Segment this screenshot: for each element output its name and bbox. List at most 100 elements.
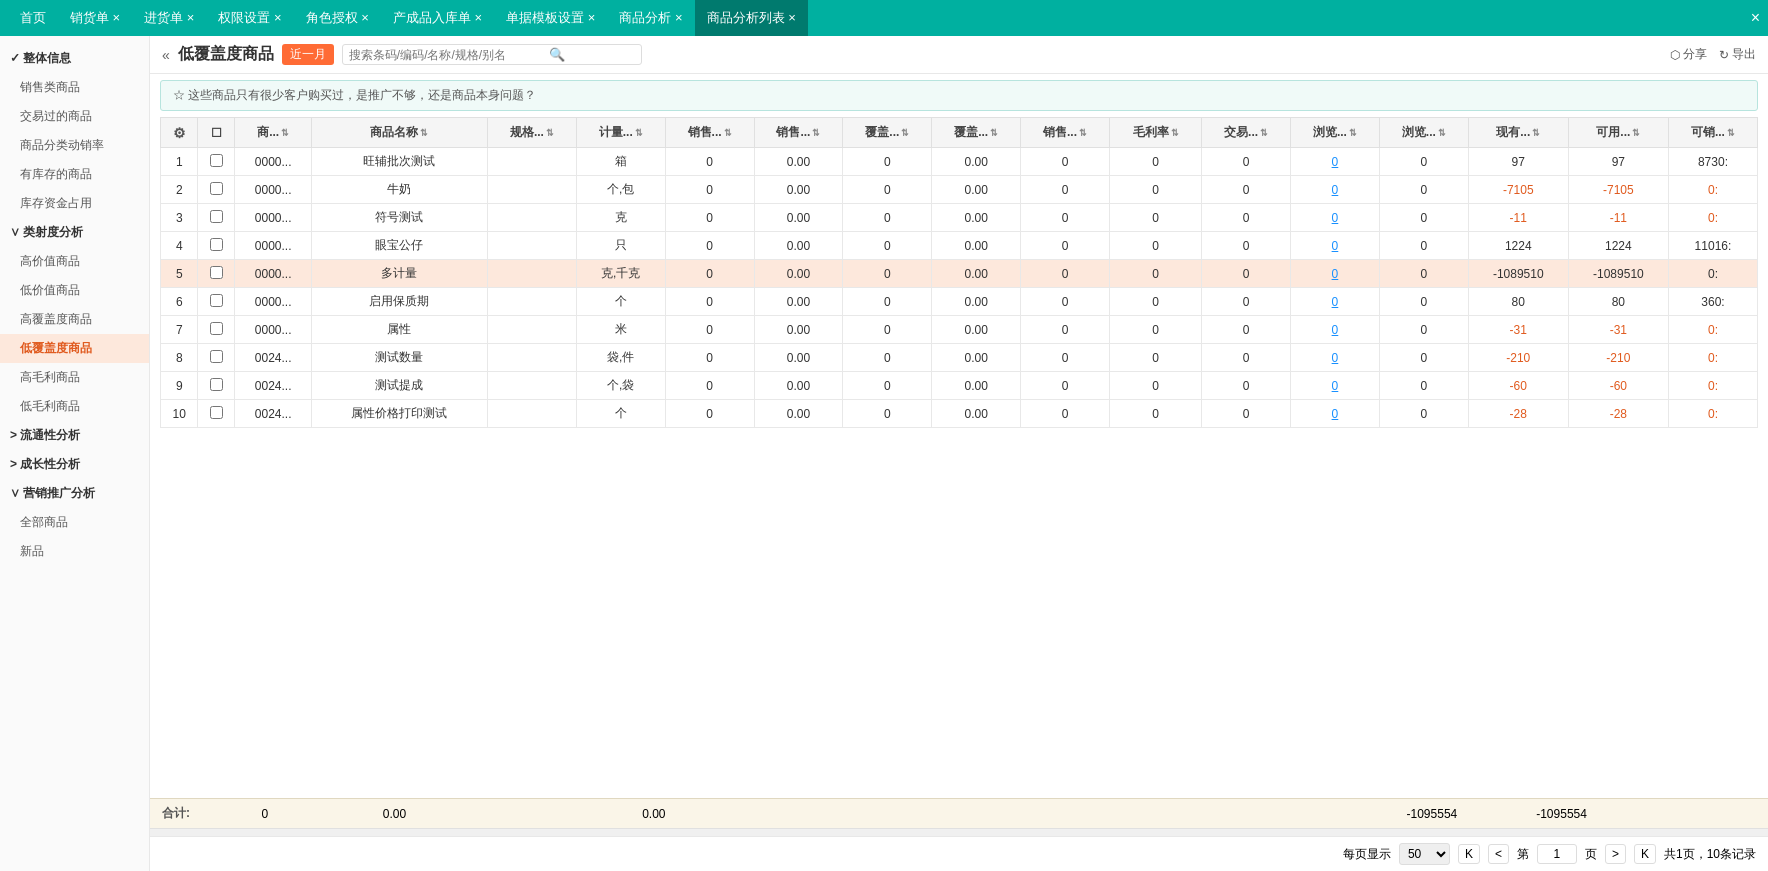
row-view1[interactable]: 0 — [1291, 176, 1380, 204]
row-spec — [487, 316, 576, 344]
row-num: 3 — [161, 204, 198, 232]
nav-products[interactable]: 产成品入库单 × — [381, 0, 494, 36]
row-check[interactable] — [198, 344, 235, 372]
nav-purchase[interactable]: 进货单 × — [132, 0, 206, 36]
collapse-sidebar-button[interactable]: « — [162, 47, 170, 63]
sidebar-item-low-margin[interactable]: 低毛利商品 — [0, 392, 149, 421]
row-gross: 0 — [1109, 288, 1201, 316]
row-view1[interactable]: 0 — [1291, 372, 1380, 400]
prev-page-button[interactable]: < — [1488, 844, 1509, 864]
row-unit: 米 — [576, 316, 665, 344]
row-view1[interactable]: 0 — [1291, 232, 1380, 260]
sidebar-item-stock-goods[interactable]: 有库存的商品 — [0, 160, 149, 189]
nav-templates[interactable]: 单据模板设置 × — [494, 0, 607, 36]
row-view1[interactable]: 0 — [1291, 148, 1380, 176]
row-sales2: 0.00 — [754, 260, 843, 288]
col-checkbox[interactable]: ☐ — [198, 118, 235, 148]
row-check[interactable] — [198, 260, 235, 288]
row-num: 1 — [161, 148, 198, 176]
sidebar-item-high-margin[interactable]: 高毛利商品 — [0, 363, 149, 392]
row-unit: 箱 — [576, 148, 665, 176]
sidebar-item-high-value[interactable]: 高价值商品 — [0, 247, 149, 276]
sidebar-group-circulation[interactable]: > 流通性分析 — [0, 421, 149, 450]
sidebar-item-all-goods[interactable]: 全部商品 — [0, 508, 149, 537]
row-unit: 克 — [576, 204, 665, 232]
sidebar-item-traded-goods[interactable]: 交易过的商品 — [0, 102, 149, 131]
col-sales3[interactable]: 销售...⇅ — [1021, 118, 1110, 148]
next-page-button[interactable]: > — [1605, 844, 1626, 864]
row-check[interactable] — [198, 176, 235, 204]
col-view2[interactable]: 浏览...⇅ — [1379, 118, 1468, 148]
sidebar-item-sales-goods[interactable]: 销售类商品 — [0, 73, 149, 102]
sidebar-item-category-rate[interactable]: 商品分类动销率 — [0, 131, 149, 160]
row-view1[interactable]: 0 — [1291, 316, 1380, 344]
sidebar-group-coverage[interactable]: ∨ 类射度分析 — [0, 218, 149, 247]
sidebar-group-marketing[interactable]: ∨ 营销推广分析 — [0, 479, 149, 508]
col-view1[interactable]: 浏览...⇅ — [1291, 118, 1380, 148]
row-stock2: -210 — [1568, 344, 1668, 372]
col-cover2[interactable]: 覆盖...⇅ — [932, 118, 1021, 148]
page-number-input[interactable] — [1537, 844, 1577, 864]
row-name: 眼宝公仔 — [311, 232, 487, 260]
sidebar-group-overall[interactable]: ✓ 整体信息 — [0, 44, 149, 73]
row-view1[interactable]: 0 — [1291, 344, 1380, 372]
nav-close-icon[interactable]: × — [1751, 9, 1760, 27]
col-sales1[interactable]: 销售...⇅ — [665, 118, 754, 148]
sidebar-item-low-coverage[interactable]: 低覆盖度商品 — [0, 334, 149, 363]
row-view1[interactable]: 0 — [1291, 400, 1380, 428]
col-stock3[interactable]: 可销...⇅ — [1668, 118, 1757, 148]
row-view1[interactable]: 0 — [1291, 260, 1380, 288]
row-check[interactable] — [198, 148, 235, 176]
col-name[interactable]: 商品名称⇅ — [311, 118, 487, 148]
row-view1[interactable]: 0 — [1291, 288, 1380, 316]
col-gross[interactable]: 毛利率⇅ — [1109, 118, 1201, 148]
last-page-button[interactable]: K — [1634, 844, 1656, 864]
row-check[interactable] — [198, 204, 235, 232]
col-trade[interactable]: 交易...⇅ — [1202, 118, 1291, 148]
scrollbar-row[interactable] — [150, 828, 1768, 836]
col-spec[interactable]: 规格...⇅ — [487, 118, 576, 148]
row-check[interactable] — [198, 372, 235, 400]
row-code: 0000... — [235, 148, 312, 176]
content-header: « 低覆盖度商品 近一月 🔍 ⬡ 分享 ↻ 导出 — [150, 36, 1768, 74]
row-stock1: 97 — [1468, 148, 1568, 176]
row-num: 10 — [161, 400, 198, 428]
nav-analysis-list[interactable]: 商品分析列表 × — [695, 0, 808, 36]
col-sales2[interactable]: 销售...⇅ — [754, 118, 843, 148]
nav-sales[interactable]: 销货单 × — [58, 0, 132, 36]
sidebar-item-stock-capital[interactable]: 库存资金占用 — [0, 189, 149, 218]
row-view1[interactable]: 0 — [1291, 204, 1380, 232]
nav-analysis[interactable]: 商品分析 × — [607, 0, 694, 36]
date-filter-button[interactable]: 近一月 — [282, 44, 334, 65]
search-input[interactable] — [349, 48, 549, 62]
col-stock2[interactable]: 可用...⇅ — [1568, 118, 1668, 148]
col-settings[interactable]: ⚙ — [161, 118, 198, 148]
row-gross: 0 — [1109, 344, 1201, 372]
col-code[interactable]: 商...⇅ — [235, 118, 312, 148]
sidebar-item-low-value[interactable]: 低价值商品 — [0, 276, 149, 305]
nav-home[interactable]: 首页 — [8, 0, 58, 36]
sidebar-item-high-coverage[interactable]: 高覆盖度商品 — [0, 305, 149, 334]
share-label: 分享 — [1683, 46, 1707, 63]
row-cover1: 0 — [843, 260, 932, 288]
table-footer: 合计: 0 0.00 0.00 -1095554 -1095554 — [150, 798, 1768, 828]
nav-permissions[interactable]: 权限设置 × — [206, 0, 293, 36]
sidebar-group-growth[interactable]: > 成长性分析 — [0, 450, 149, 479]
sidebar-item-new-goods[interactable]: 新品 — [0, 537, 149, 566]
col-stock1[interactable]: 现有...⇅ — [1468, 118, 1568, 148]
row-stock3: 360: — [1668, 288, 1757, 316]
col-cover1[interactable]: 覆盖...⇅ — [843, 118, 932, 148]
row-check[interactable] — [198, 288, 235, 316]
row-check[interactable] — [198, 232, 235, 260]
table-header-row: ⚙ ☐ 商...⇅ 商品名称⇅ 规格...⇅ 计量...⇅ 销售...⇅ 销售.… — [161, 118, 1758, 148]
row-check[interactable] — [198, 400, 235, 428]
table-wrapper[interactable]: ⚙ ☐ 商...⇅ 商品名称⇅ 规格...⇅ 计量...⇅ 销售...⇅ 销售.… — [160, 117, 1758, 798]
export-button[interactable]: ↻ 导出 — [1719, 46, 1756, 63]
first-page-button[interactable]: K — [1458, 844, 1480, 864]
share-button[interactable]: ⬡ 分享 — [1670, 46, 1707, 63]
col-unit[interactable]: 计量...⇅ — [576, 118, 665, 148]
row-check[interactable] — [198, 316, 235, 344]
page-size-select[interactable]: 50 20 100 — [1399, 843, 1450, 865]
nav-roles[interactable]: 角色授权 × — [294, 0, 381, 36]
row-view2: 0 — [1379, 204, 1468, 232]
